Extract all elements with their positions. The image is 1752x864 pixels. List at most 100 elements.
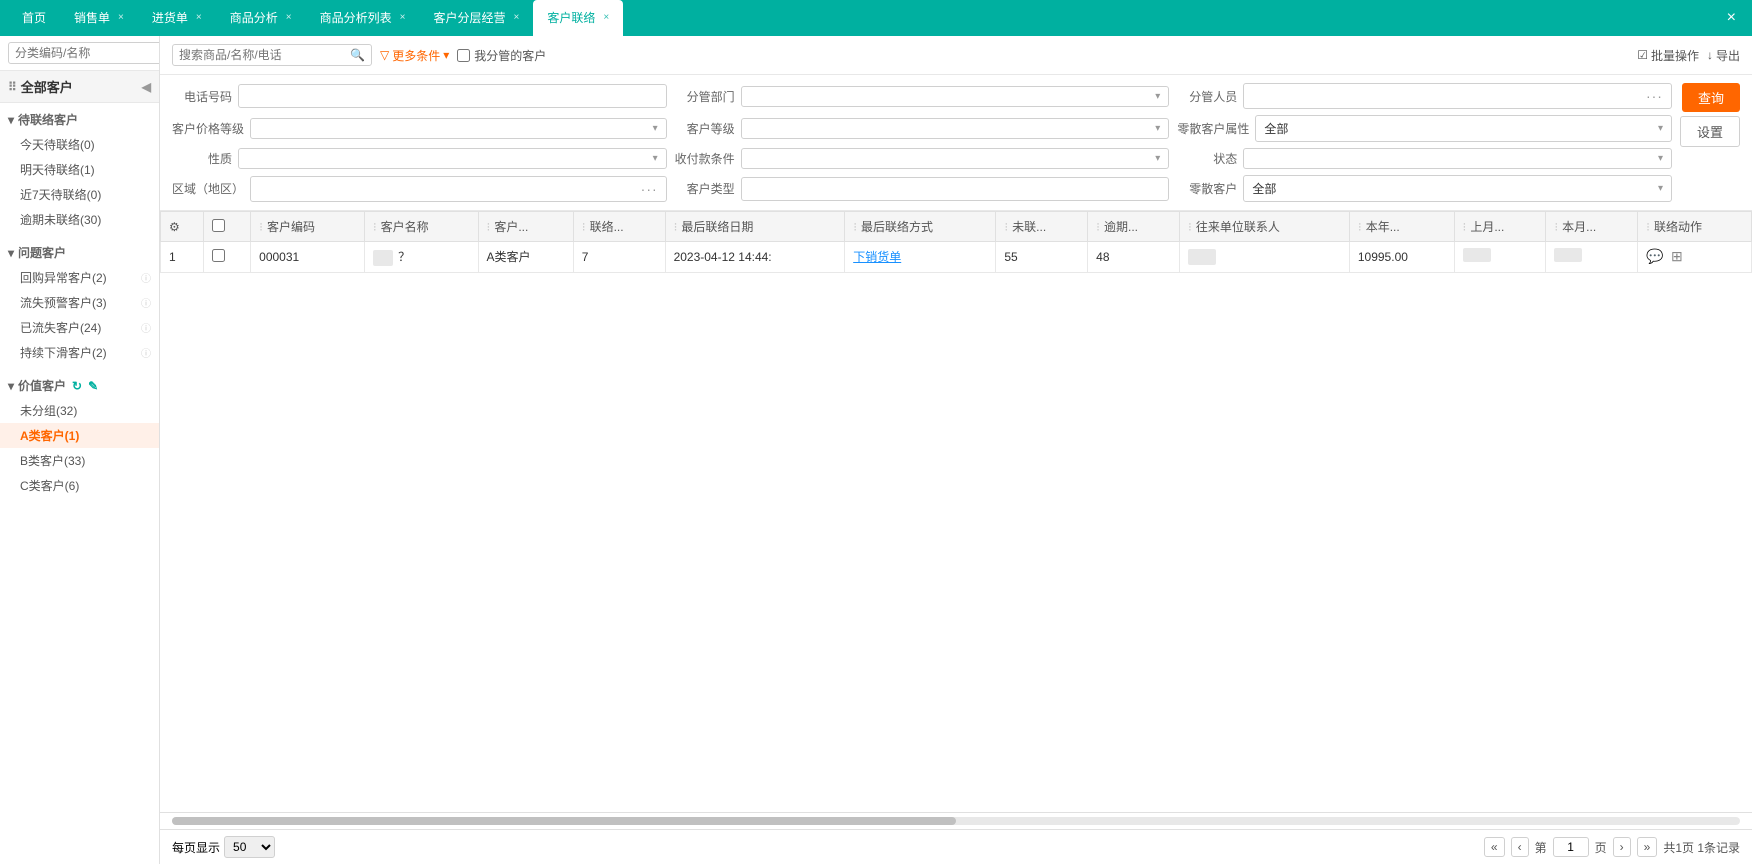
page-input[interactable] xyxy=(1553,837,1589,857)
refresh-icon[interactable]: ↻ xyxy=(72,379,82,393)
nav-close-all-button[interactable]: × xyxy=(1719,9,1744,27)
info-icon: ⓘ xyxy=(141,270,151,285)
sidebar-item-repurchase-abnormal[interactable]: 回购异常客户(2) ⓘ xyxy=(0,265,159,290)
col-this-month[interactable]: ⁝本月... xyxy=(1546,212,1638,242)
col-not-contact[interactable]: ⁝未联... xyxy=(996,212,1088,242)
total-label: 共1页 1条记录 xyxy=(1663,839,1740,856)
sidebar-item-overdue[interactable]: 逾期未联络(30) xyxy=(0,207,159,232)
phone-input[interactable] xyxy=(238,84,667,108)
my-customers-check[interactable]: 我分管的客户 xyxy=(457,47,546,64)
pagination: « ‹ 第 页 › » 共1页 1条记录 xyxy=(1484,837,1740,857)
region-select[interactable]: ··· xyxy=(250,176,667,202)
col-gear[interactable]: ⚙ xyxy=(161,212,204,242)
nav-item-home[interactable]: 首页 xyxy=(8,0,60,36)
cell-checkbox[interactable] xyxy=(204,242,251,273)
nav-item-analysis[interactable]: 商品分析 × xyxy=(216,0,306,36)
chat-icon[interactable]: 💬 xyxy=(1646,248,1663,264)
sidebar-collapse-icon[interactable]: ◀ xyxy=(142,80,151,94)
label-payment: 收付款条件 xyxy=(675,150,735,167)
manager-select[interactable]: ··· xyxy=(1243,83,1672,109)
label-retail: 零散客户 xyxy=(1177,180,1237,197)
nav-close-sales[interactable]: × xyxy=(118,0,124,36)
retail-select[interactable]: 全部 ▾ xyxy=(1243,175,1672,202)
col-last-month[interactable]: ⁝上月... xyxy=(1454,212,1546,242)
cell-name: ？ xyxy=(364,242,478,273)
col-name[interactable]: ⁝客户名称 xyxy=(364,212,478,242)
batch-operate-btn[interactable]: ☑ 批量操作 xyxy=(1637,47,1699,64)
page-suffix: 页 xyxy=(1595,839,1607,856)
info-icon-2: ⓘ xyxy=(141,295,151,310)
last-page-btn[interactable]: » xyxy=(1637,837,1658,857)
filter-bar: 🔍 ▽ 更多条件 ▾ 我分管的客户 ☑ 批量操作 ↓ 导出 xyxy=(160,36,1752,75)
retail-attr-select[interactable]: 全部 ▾ xyxy=(1255,115,1672,142)
col-last-method[interactable]: ⁝最后联络方式 xyxy=(845,212,996,242)
sidebar-item-b-class[interactable]: B类客户(33) xyxy=(0,448,159,473)
cell-contact-count: 7 xyxy=(573,242,665,273)
section-pending-title[interactable]: ▾ 待联络客户 xyxy=(0,107,159,132)
row-checkbox[interactable] xyxy=(212,249,225,262)
nav-close-analysis[interactable]: × xyxy=(286,0,292,36)
sidebar-item-7days[interactable]: 近7天待联络(0) xyxy=(0,182,159,207)
per-page-select[interactable]: 50 20 100 xyxy=(224,836,275,858)
col-contact-person[interactable]: ⁝往来单位联系人 xyxy=(1179,212,1349,242)
col-this-year[interactable]: ⁝本年... xyxy=(1349,212,1454,242)
filter-search-input[interactable] xyxy=(179,48,346,62)
search-icon[interactable]: 🔍 xyxy=(350,48,365,62)
sidebar-item-a-class[interactable]: A类客户(1) xyxy=(0,423,159,448)
customer-type-input[interactable] xyxy=(741,177,1170,201)
my-customers-checkbox[interactable] xyxy=(457,49,470,62)
col-checkbox[interactable] xyxy=(204,212,251,242)
horizontal-scrollbar[interactable] xyxy=(160,812,1752,829)
section-value-title[interactable]: ▾ 价值客户 ↻ ✎ xyxy=(0,373,159,398)
edit-icon[interactable]: ✎ xyxy=(88,379,98,393)
qr-icon[interactable]: ⊞ xyxy=(1671,248,1683,264)
status-select[interactable]: ▾ xyxy=(1243,148,1672,169)
price-grade-select[interactable]: ▾ xyxy=(250,118,667,139)
customer-grade-select[interactable]: ▾ xyxy=(741,118,1170,139)
more-conditions-btn[interactable]: ▽ 更多条件 ▾ xyxy=(380,47,449,64)
col-grade[interactable]: ⁝客户... xyxy=(478,212,573,242)
cell-last-method[interactable]: 下销货单 xyxy=(845,242,996,273)
col-contact[interactable]: ⁝联络... xyxy=(573,212,665,242)
nav-close-purchase[interactable]: × xyxy=(196,0,202,36)
nav-item-customer-segment[interactable]: 客户分层经营 × xyxy=(419,0,533,36)
nav-close-customer-contact[interactable]: × xyxy=(603,0,609,36)
sidebar-item-declining[interactable]: 持续下滑客户(2) ⓘ xyxy=(0,340,159,365)
batch-icon: ☑ xyxy=(1637,48,1648,62)
sidebar-item-ungroup[interactable]: 未分组(32) xyxy=(0,398,159,423)
region-dots[interactable]: ··· xyxy=(641,181,658,197)
all-customers-label[interactable]: 全部客户 xyxy=(21,77,73,96)
nature-select[interactable]: ▾ xyxy=(238,148,667,169)
sidebar-item-today[interactable]: 今天待联络(0) xyxy=(0,132,159,157)
select-all-checkbox[interactable] xyxy=(212,219,225,232)
payment-select[interactable]: ▾ xyxy=(741,148,1170,169)
sidebar-search-input[interactable] xyxy=(8,42,160,64)
first-page-btn[interactable]: « xyxy=(1484,837,1505,857)
export-btn[interactable]: ↓ 导出 xyxy=(1707,47,1740,64)
nav-close-customer-segment[interactable]: × xyxy=(513,0,519,36)
sidebar-item-tomorrow[interactable]: 明天待联络(1) xyxy=(0,157,159,182)
sidebar-item-churn-warning[interactable]: 流失预警客户(3) ⓘ xyxy=(0,290,159,315)
query-button[interactable]: 查询 xyxy=(1682,83,1740,112)
nav-item-analysis-list[interactable]: 商品分析列表 × xyxy=(306,0,420,36)
sidebar-item-c-class[interactable]: C类客户(6) xyxy=(0,473,159,498)
nav-item-purchase[interactable]: 进货单 × xyxy=(138,0,216,36)
price-grade-arrow: ▾ xyxy=(653,123,658,134)
prev-page-btn[interactable]: ‹ xyxy=(1511,837,1529,857)
section-problem-title[interactable]: ▾ 问题客户 xyxy=(0,240,159,265)
col-action[interactable]: ⁝联络动作 xyxy=(1638,212,1752,242)
label-customer-type: 客户类型 xyxy=(675,180,735,197)
dept-select[interactable]: ▾ xyxy=(741,86,1170,107)
nav-item-customer-contact[interactable]: 客户联络 × xyxy=(533,0,623,36)
nav-close-analysis-list[interactable]: × xyxy=(400,0,406,36)
col-last-date[interactable]: ⁝最后联络日期 xyxy=(665,212,845,242)
col-overdue[interactable]: ⁝逾期... xyxy=(1088,212,1180,242)
manager-dots[interactable]: ··· xyxy=(1646,88,1663,104)
col-code[interactable]: ⁝客户编码 xyxy=(251,212,365,242)
label-retail-attr: 零散客户属性 xyxy=(1177,120,1249,137)
setting-button[interactable]: 设置 xyxy=(1680,116,1740,147)
nav-item-sales[interactable]: 销售单 × xyxy=(60,0,138,36)
next-page-btn[interactable]: › xyxy=(1613,837,1631,857)
label-nature: 性质 xyxy=(172,150,232,167)
sidebar-item-churned[interactable]: 已流失客户(24) ⓘ xyxy=(0,315,159,340)
